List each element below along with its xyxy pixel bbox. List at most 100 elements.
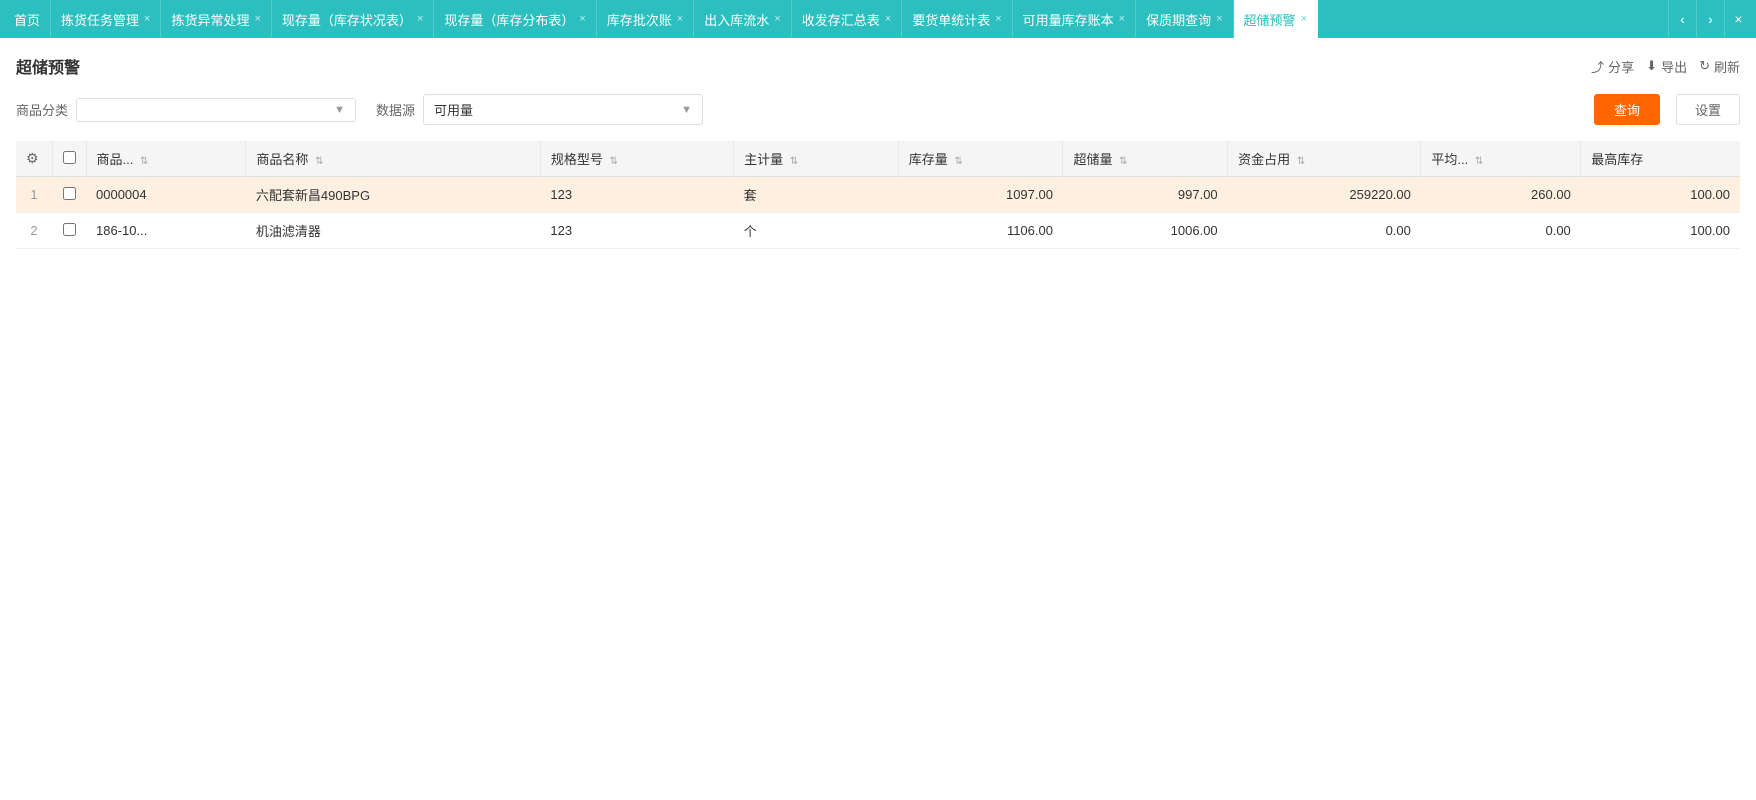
col-header-max-stock-label: 最高库存: [1591, 152, 1643, 167]
nav-tab-shelf-life[interactable]: 保质期查询 ×: [1136, 0, 1233, 38]
nav-prev-button[interactable]: ‹: [1668, 0, 1696, 38]
cell-spec: 123: [540, 177, 733, 213]
table-row: 1 0000004 六配套新昌490BPG 123 套 1097.00 997.…: [16, 177, 1740, 213]
nav-tab-pick-task[interactable]: 拣货任务管理 ×: [51, 0, 161, 38]
top-navigation: 首页 拣货任务管理 × 拣货异常处理 × 现存量（库存状况表） × 现存量（库存…: [0, 0, 1756, 38]
filter-bar: 商品分类 ▼ 数据源 可用量 ▼ 查询 设置: [16, 94, 1740, 125]
col-header-overstock-qty[interactable]: 超储量 ⇅: [1063, 141, 1228, 177]
sort-icon: ⇅: [1297, 156, 1305, 167]
sort-icon: ⇅: [1119, 156, 1127, 167]
close-icon[interactable]: ×: [254, 13, 260, 25]
row-index: 1: [16, 177, 52, 213]
col-header-unit[interactable]: 主计量 ⇅: [734, 141, 899, 177]
settings-button[interactable]: 设置: [1676, 94, 1740, 125]
close-icon[interactable]: ×: [677, 13, 683, 25]
col-header-product-code[interactable]: 商品... ⇅: [86, 141, 246, 177]
cell-max-stock: 100.00: [1581, 213, 1740, 249]
cell-capital-occ: 259220.00: [1228, 177, 1421, 213]
row-checkbox[interactable]: [63, 223, 76, 236]
main-content: 超储预警 ⤴ 分享 ⬇ 导出 ↻ 刷新 商品分类 ▼ 数据源: [0, 38, 1756, 800]
close-icon[interactable]: ×: [1119, 13, 1125, 25]
nav-tab-batch[interactable]: 库存批次账 ×: [597, 0, 694, 38]
nav-next-button[interactable]: ›: [1696, 0, 1724, 38]
refresh-icon: ↻: [1699, 58, 1710, 74]
nav-tab-pick-exception[interactable]: 拣货异常处理 ×: [161, 0, 271, 38]
table-row: 2 186-10... 机油滤清器 123 个 1106.00 1006.00 …: [16, 213, 1740, 249]
nav-tab-shelf-life-label: 保质期查询: [1146, 10, 1211, 29]
nav-tab-requisition-label: 要货单统计表: [912, 10, 990, 29]
nav-tab-overstock[interactable]: 超储预警 ×: [1234, 0, 1318, 38]
page-title: 超储预警: [16, 54, 80, 78]
cell-unit: 个: [734, 213, 899, 249]
close-icon[interactable]: ×: [885, 13, 891, 25]
col-header-avg[interactable]: 平均... ⇅: [1421, 141, 1581, 177]
col-header-spec[interactable]: 规格型号 ⇅: [540, 141, 733, 177]
category-filter-group: 商品分类 ▼: [16, 98, 356, 122]
close-icon[interactable]: ×: [995, 13, 1001, 25]
nav-tab-available-label: 可用量库存账本: [1023, 10, 1114, 29]
col-header-product-name-label: 商品名称: [256, 152, 308, 167]
nav-tab-batch-label: 库存批次账: [607, 10, 672, 29]
col-header-stock-qty[interactable]: 库存量 ⇅: [898, 141, 1063, 177]
nav-tab-stock-dist[interactable]: 现存量（库存分布表） ×: [434, 0, 596, 38]
nav-tab-collect[interactable]: 收发存汇总表 ×: [792, 0, 902, 38]
nav-tab-available[interactable]: 可用量库存账本 ×: [1013, 0, 1136, 38]
data-table: ⚙ 商品... ⇅ 商品名称 ⇅ 规格型号 ⇅ 主计量: [16, 141, 1740, 249]
close-icon[interactable]: ×: [579, 13, 585, 25]
nav-tab-overstock-label: 超储预警: [1244, 10, 1296, 29]
col-header-checkbox[interactable]: [52, 141, 86, 177]
query-button[interactable]: 查询: [1594, 94, 1660, 125]
cell-unit: 套: [734, 177, 899, 213]
category-select[interactable]: ▼: [76, 98, 356, 122]
nav-close-all-button[interactable]: ×: [1724, 0, 1752, 38]
close-icon[interactable]: ×: [144, 13, 150, 25]
sort-icon: ⇅: [954, 156, 962, 167]
share-icon: ⤴: [1591, 57, 1604, 76]
cell-stock-qty: 1106.00: [898, 213, 1063, 249]
nav-tab-stock-status[interactable]: 现存量（库存状况表） ×: [272, 0, 434, 38]
export-icon: ⬇: [1646, 58, 1657, 74]
datasource-select-value: 可用量: [434, 100, 473, 119]
cell-product-name: 机油滤清器: [246, 213, 540, 249]
datasource-filter-group: 数据源 可用量 ▼: [376, 94, 703, 125]
datasource-select[interactable]: 可用量 ▼: [423, 94, 703, 125]
close-icon[interactable]: ×: [774, 13, 780, 25]
close-icon[interactable]: ×: [417, 13, 423, 25]
col-header-unit-label: 主计量: [744, 152, 783, 167]
page-header: 超储预警 ⤴ 分享 ⬇ 导出 ↻ 刷新: [16, 54, 1740, 78]
nav-tab-stock-status-label: 现存量（库存状况表）: [282, 10, 412, 29]
nav-tab-pick-exception-label: 拣货异常处理: [171, 10, 249, 29]
col-header-product-code-label: 商品...: [97, 152, 134, 167]
share-button[interactable]: ⤴ 分享: [1591, 57, 1634, 76]
col-header-settings[interactable]: ⚙: [16, 141, 52, 177]
header-actions: ⤴ 分享 ⬇ 导出 ↻ 刷新: [1591, 57, 1740, 76]
col-header-product-name[interactable]: 商品名称 ⇅: [246, 141, 540, 177]
export-button[interactable]: ⬇ 导出: [1646, 57, 1687, 76]
cell-product-code: 186-10...: [86, 213, 246, 249]
row-checkbox-cell[interactable]: [52, 177, 86, 213]
row-checkbox[interactable]: [63, 187, 76, 200]
nav-tab-collect-label: 收发存汇总表: [802, 10, 880, 29]
nav-tab-home-label: 首页: [14, 10, 40, 29]
nav-tab-home[interactable]: 首页: [4, 0, 51, 38]
category-label: 商品分类: [16, 100, 68, 119]
sort-icon: ⇅: [790, 156, 798, 167]
nav-tab-requisition[interactable]: 要货单统计表 ×: [902, 0, 1012, 38]
cell-product-code: 0000004: [86, 177, 246, 213]
refresh-button[interactable]: ↻ 刷新: [1699, 57, 1740, 76]
gear-icon: ⚙: [26, 150, 39, 166]
col-header-spec-label: 规格型号: [551, 152, 603, 167]
select-all-checkbox[interactable]: [63, 151, 76, 164]
nav-tab-inout-flow[interactable]: 出入库流水 ×: [694, 0, 791, 38]
chevron-down-icon: ▼: [681, 104, 692, 116]
sort-icon: ⇅: [140, 156, 148, 167]
nav-arrow-group: ‹ › ×: [1668, 0, 1752, 38]
col-header-capital-occ[interactable]: 资金占用 ⇅: [1228, 141, 1421, 177]
row-checkbox-cell[interactable]: [52, 213, 86, 249]
close-icon[interactable]: ×: [1216, 13, 1222, 25]
nav-tab-inout-flow-label: 出入库流水: [704, 10, 769, 29]
col-header-max-stock[interactable]: 最高库存: [1581, 141, 1740, 177]
cell-product-name: 六配套新昌490BPG: [246, 177, 540, 213]
chevron-down-icon: ▼: [334, 104, 345, 116]
close-icon[interactable]: ×: [1301, 13, 1307, 25]
